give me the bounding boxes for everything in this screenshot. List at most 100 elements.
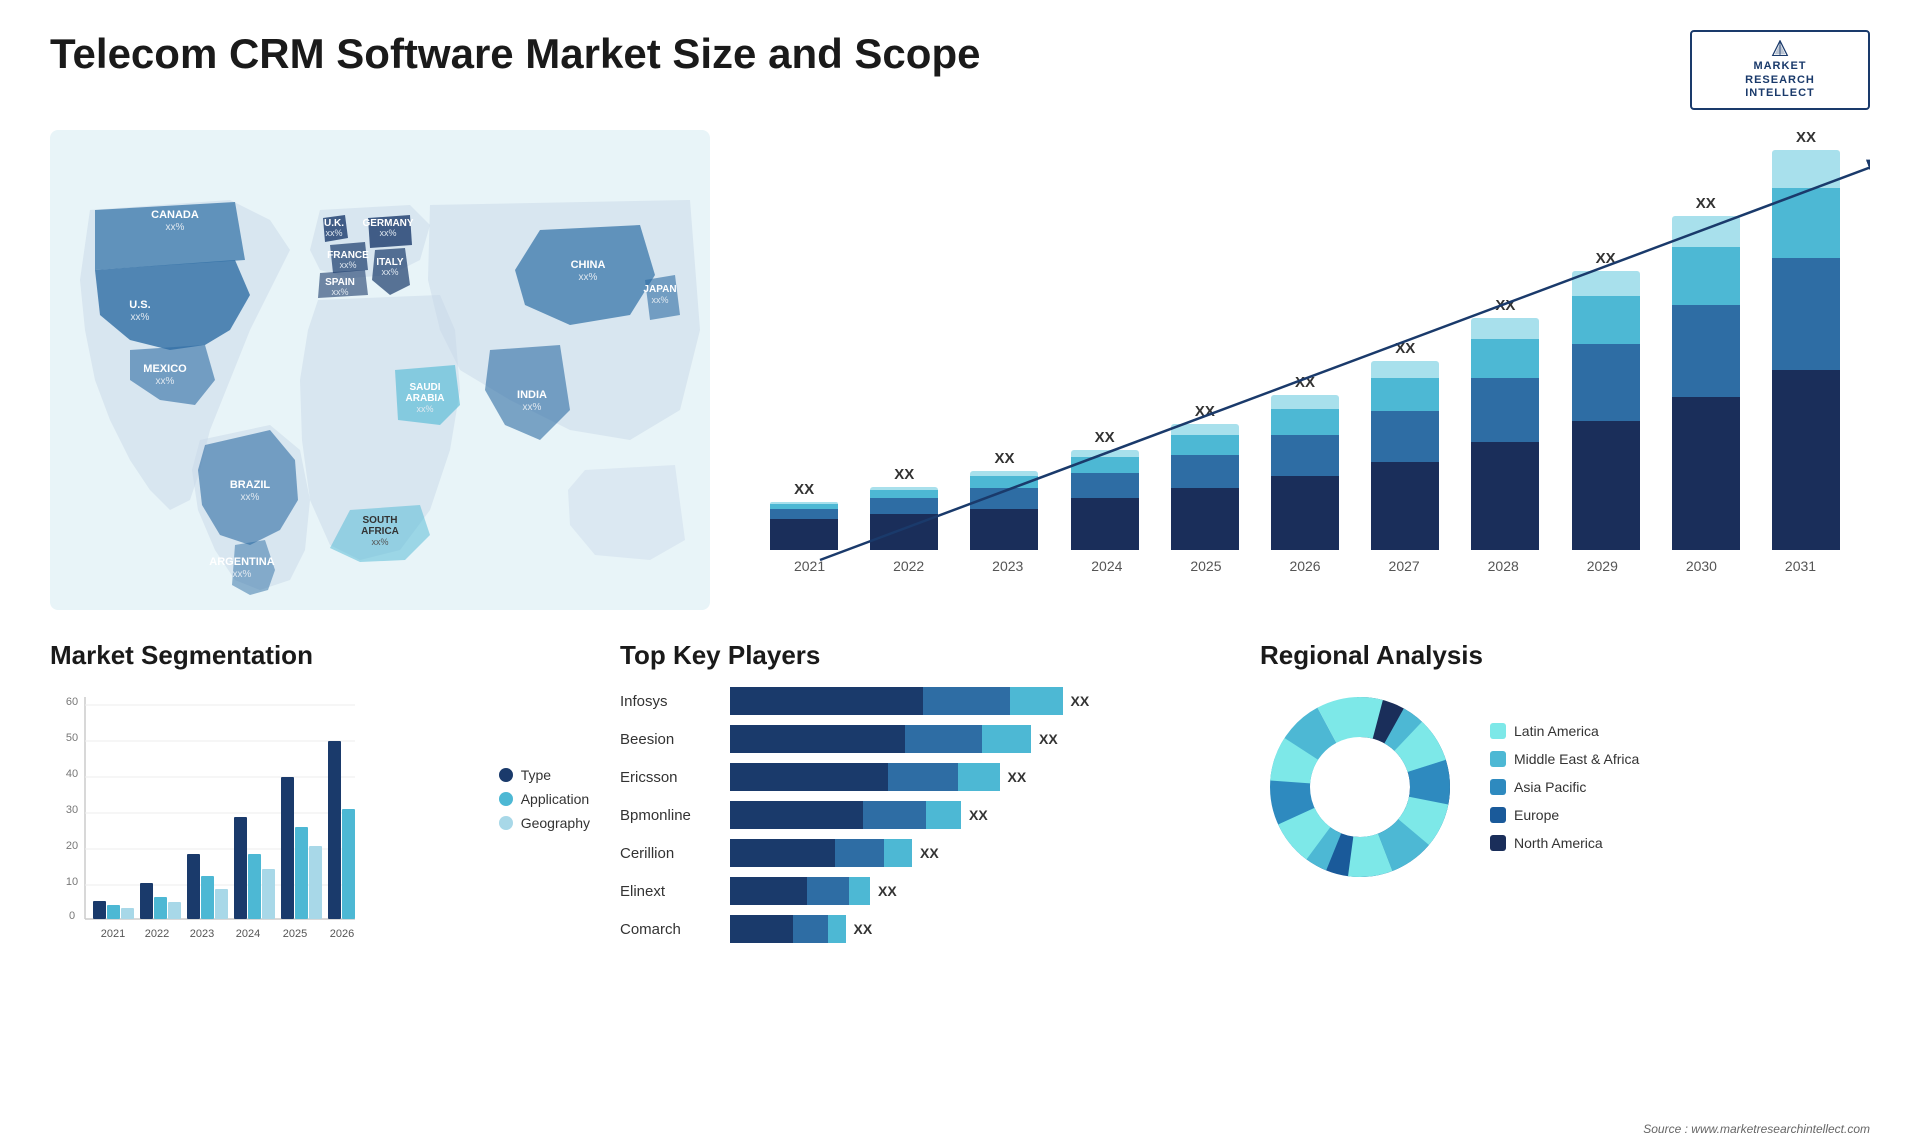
- bar-stack-2026: [1271, 395, 1339, 550]
- svg-text:20: 20: [66, 840, 78, 852]
- bar-segment: [1772, 150, 1840, 188]
- player-bar-container-2: XX: [730, 763, 1230, 791]
- bar-segment: [870, 490, 938, 498]
- bar-segment: [1171, 435, 1239, 456]
- year-label-2029: 2029: [1553, 558, 1652, 574]
- player-bar-seg: [828, 915, 846, 943]
- legend-dot-application: [499, 792, 513, 806]
- bar-group-2023: XX: [960, 450, 1048, 550]
- year-label-2031: 2031: [1751, 558, 1850, 574]
- segmentation-section: Market Segmentation 60 50 40 30 20 10 0: [50, 640, 590, 980]
- logo-text: MARKET RESEARCH INTELLECT: [1745, 60, 1815, 100]
- bar-segment: [870, 514, 938, 550]
- player-value-4: XX: [920, 845, 939, 861]
- player-bar-container-3: XX: [730, 801, 1230, 829]
- svg-text:30: 30: [66, 804, 78, 816]
- bar-label-2027: XX: [1395, 340, 1415, 357]
- player-bar-seg: [958, 763, 1000, 791]
- player-bar-seg: [926, 801, 961, 829]
- players-list: InfosysXXBeesionXXEricssonXXBpmonlineXXC…: [620, 687, 1230, 943]
- player-bar-6: [730, 915, 846, 943]
- legend-label-geography: Geography: [521, 815, 590, 831]
- bar-label-2024: XX: [1095, 429, 1115, 446]
- player-bar-seg: [730, 801, 863, 829]
- player-bar-0: [730, 687, 1063, 715]
- bar-segment: [1171, 488, 1239, 550]
- player-bar-seg: [835, 839, 884, 867]
- player-bar-seg: [888, 763, 958, 791]
- player-name-1: Beesion: [620, 731, 720, 748]
- bar-chart-years: 2021202220232024202520262027202820292030…: [760, 558, 1850, 574]
- svg-text:xx%: xx%: [651, 295, 668, 305]
- regional-label-4: North America: [1514, 835, 1603, 851]
- player-bar-seg: [923, 687, 1011, 715]
- bar-segment: [870, 498, 938, 513]
- seg-chart-svg: 60 50 40 30 20 10 0: [50, 687, 370, 947]
- svg-text:2026: 2026: [330, 928, 354, 940]
- player-value-5: XX: [878, 883, 897, 899]
- player-name-2: Ericsson: [620, 769, 720, 786]
- player-bar-container-0: XX: [730, 687, 1230, 715]
- logo-icon: [1760, 40, 1800, 56]
- player-bar-container-6: XX: [730, 915, 1230, 943]
- bar-segment: [1271, 476, 1339, 550]
- player-row-1: BeesionXX: [620, 725, 1230, 753]
- bar-segment: [1071, 450, 1139, 457]
- bar-stack-2027: [1371, 361, 1439, 550]
- bar-segment: [1772, 188, 1840, 258]
- bar-segment: [770, 509, 838, 519]
- player-bar-seg: [982, 725, 1031, 753]
- player-bar-container-5: XX: [730, 877, 1230, 905]
- regional-legend-item-3: Europe: [1490, 807, 1639, 823]
- bar-chart-section: XXXXXXXXXXXXXXXXXXXXXX 20212022202320242…: [740, 130, 1870, 620]
- svg-text:2021: 2021: [101, 928, 125, 940]
- svg-text:BRAZIL: BRAZIL: [230, 479, 271, 491]
- player-value-3: XX: [969, 807, 988, 823]
- legend-label-application: Application: [521, 791, 590, 807]
- bar-group-2030: XX: [1662, 195, 1750, 550]
- regional-color-2: [1490, 779, 1506, 795]
- bar-segment: [1271, 435, 1339, 476]
- bar-segment: [1572, 296, 1640, 343]
- bar-segment: [1471, 442, 1539, 550]
- players-section: Top Key Players InfosysXXBeesionXXEricss…: [620, 640, 1230, 980]
- player-row-6: Comarch XX: [620, 915, 1230, 943]
- svg-text:2025: 2025: [283, 928, 307, 940]
- svg-text:2022: 2022: [145, 928, 169, 940]
- header: Telecom CRM Software Market Size and Sco…: [50, 30, 1870, 110]
- bar-segment: [1071, 473, 1139, 499]
- svg-text:xx%: xx%: [379, 228, 396, 238]
- bar-segment: [1572, 421, 1640, 550]
- svg-text:xx%: xx%: [523, 402, 542, 413]
- regional-legend: Latin AmericaMiddle East & AfricaAsia Pa…: [1490, 723, 1639, 851]
- player-name-6: Comarch: [620, 921, 720, 938]
- svg-text:AFRICA: AFRICA: [361, 526, 399, 537]
- bar-group-2024: XX: [1061, 429, 1149, 550]
- regional-label-2: Asia Pacific: [1514, 779, 1586, 795]
- svg-text:SAUDI: SAUDI: [409, 382, 440, 393]
- year-label-2030: 2030: [1652, 558, 1751, 574]
- svg-text:xx%: xx%: [233, 569, 252, 580]
- year-label-2024: 2024: [1057, 558, 1156, 574]
- bar-stack-2029: [1572, 271, 1640, 550]
- player-bar-5: [730, 877, 870, 905]
- regional-color-4: [1490, 835, 1506, 851]
- regional-color-3: [1490, 807, 1506, 823]
- bar-group-2021: XX: [760, 481, 848, 550]
- bar-chart-bars: XXXXXXXXXXXXXXXXXXXXXX: [760, 140, 1850, 550]
- legend-application: Application: [499, 791, 590, 807]
- bar-segment: [1471, 339, 1539, 378]
- player-name-3: Bpmonline: [620, 807, 720, 824]
- logo-container: MARKET RESEARCH INTELLECT: [1690, 30, 1870, 110]
- bar-segment: [1772, 370, 1840, 550]
- map-svg: CANADA xx% U.S. xx% MEXICO xx% BRAZIL xx…: [50, 130, 710, 610]
- player-bar-3: [730, 801, 961, 829]
- player-bar-1: [730, 725, 1031, 753]
- player-bar-seg: [807, 877, 849, 905]
- svg-text:10: 10: [66, 876, 78, 888]
- svg-text:xx%: xx%: [241, 492, 260, 503]
- regional-label-0: Latin America: [1514, 723, 1599, 739]
- logo-box: MARKET RESEARCH INTELLECT: [1690, 30, 1870, 110]
- svg-text:CHINA: CHINA: [571, 259, 606, 271]
- bar-label-2029: XX: [1596, 250, 1616, 267]
